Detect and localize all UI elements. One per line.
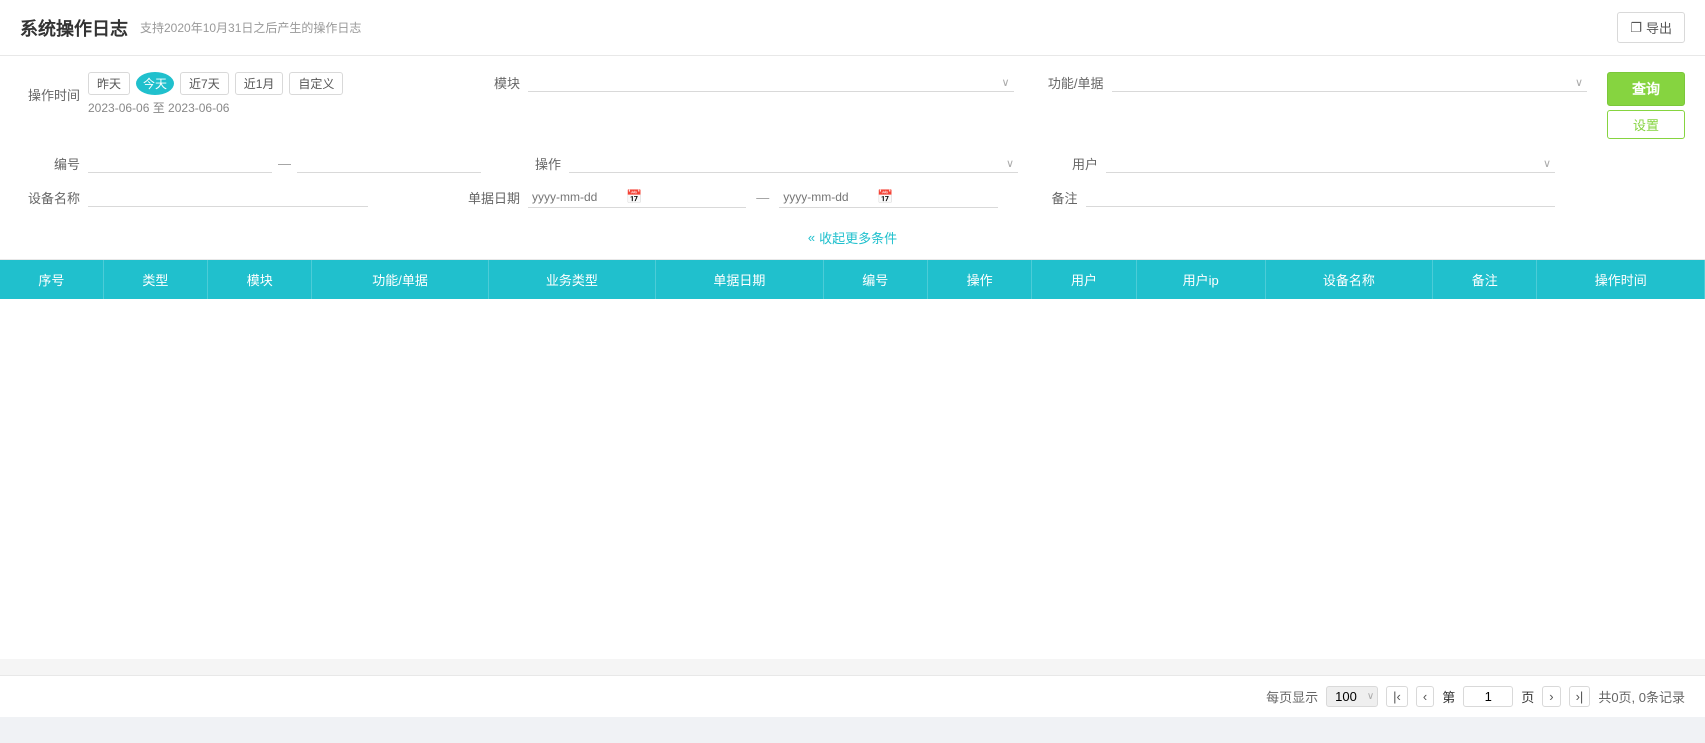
date-dash: —	[756, 190, 769, 205]
time-btn-7days[interactable]: 近7天	[180, 72, 229, 95]
device-filter: 设备名称	[20, 187, 440, 207]
page-chapter-label: 第	[1442, 687, 1455, 706]
module-select-wrapper	[528, 72, 1014, 92]
module-filter: 模块	[460, 72, 1014, 92]
device-label: 设备名称	[20, 188, 80, 207]
col-remark: 备注	[1433, 260, 1537, 299]
page-subtitle: 支持2020年10月31日之后产生的操作日志	[140, 19, 361, 36]
page-size-select[interactable]: 100 50 200	[1326, 686, 1378, 707]
operation-label: 操作	[501, 154, 561, 173]
operation-select[interactable]	[569, 153, 1018, 173]
col-module: 模块	[208, 260, 312, 299]
data-table: 序号 类型 模块 功能/单据 业务类型 单据日期 编号 操作 用户 用户ip 设…	[0, 260, 1705, 659]
first-page-button[interactable]: |‹	[1386, 686, 1408, 707]
last-page-button[interactable]: ›|	[1569, 686, 1591, 707]
collapse-chevron-icon: «	[808, 230, 815, 245]
page-size-label: 每页显示	[1266, 687, 1318, 706]
col-op-time: 操作时间	[1537, 260, 1705, 299]
device-input[interactable]	[88, 187, 368, 207]
action-buttons: 查询 设置	[1607, 72, 1685, 139]
next-page-button[interactable]: ›	[1542, 686, 1560, 707]
total-info: 共0页, 0条记录	[1598, 687, 1685, 706]
table-header-row: 序号 类型 模块 功能/单据 业务类型 单据日期 编号 操作 用户 用户ip 设…	[0, 260, 1705, 299]
filter-row-2: 编号 — 操作 用户	[20, 153, 1685, 173]
number-dash: —	[278, 156, 291, 171]
col-number: 编号	[823, 260, 927, 299]
time-btn-yesterday[interactable]: 昨天	[88, 72, 130, 95]
remark-label: 备注	[1018, 188, 1078, 207]
settings-button[interactable]: 设置	[1607, 110, 1685, 139]
date-from-box: 📅	[528, 187, 746, 208]
module-select[interactable]	[528, 72, 1014, 92]
export-label: 导出	[1646, 18, 1672, 37]
col-user: 用户	[1032, 260, 1136, 299]
pagination-bar: 每页显示 100 50 200 |‹ ‹ 第 页 › ›| 共0页, 0条记录	[0, 675, 1705, 717]
collapse-label: 收起更多条件	[819, 228, 897, 247]
user-select[interactable]	[1106, 153, 1555, 173]
export-icon: ❐	[1630, 20, 1642, 36]
number-to-input[interactable]	[297, 153, 481, 173]
calendar-to-icon[interactable]: 📅	[877, 189, 893, 205]
date-from-input[interactable]	[532, 190, 622, 204]
time-btn-custom[interactable]: 自定义	[289, 72, 343, 95]
page-size-wrapper: 100 50 200	[1326, 686, 1378, 707]
time-label: 操作时间	[20, 85, 80, 104]
col-user-ip: 用户ip	[1136, 260, 1265, 299]
time-filter: 操作时间 昨天 今天 近7天 近1月 自定义 2023-06-06 至 2023…	[20, 72, 440, 116]
title-group: 系统操作日志 支持2020年10月31日之后产生的操作日志	[20, 15, 361, 41]
col-operation: 操作	[927, 260, 1031, 299]
function-select-wrapper	[1112, 72, 1588, 92]
time-buttons: 昨天 今天 近7天 近1月 自定义	[88, 72, 343, 95]
date-to-input[interactable]	[783, 190, 873, 204]
page-title: 系统操作日志	[20, 15, 128, 41]
function-select[interactable]	[1112, 72, 1588, 92]
filter-row-3: 设备名称 单据日期 📅 — 📅 备注	[20, 187, 1685, 208]
page-number-input[interactable]	[1463, 686, 1513, 707]
remark-input[interactable]	[1086, 187, 1556, 207]
number-from-input[interactable]	[88, 153, 272, 173]
table-header: 序号 类型 模块 功能/单据 业务类型 单据日期 编号 操作 用户 用户ip 设…	[0, 260, 1705, 299]
col-business-type: 业务类型	[488, 260, 655, 299]
time-range: 2023-06-06 至 2023-06-06	[88, 99, 343, 116]
time-btn-1month[interactable]: 近1月	[235, 72, 284, 95]
function-filter: 功能/单据	[1034, 72, 1588, 92]
time-btn-today[interactable]: 今天	[136, 72, 174, 95]
table-body	[0, 299, 1705, 659]
query-button[interactable]: 查询	[1607, 72, 1685, 106]
time-filter-group: 昨天 今天 近7天 近1月 自定义 2023-06-06 至 2023-06-0…	[88, 72, 343, 116]
page-header: 系统操作日志 支持2020年10月31日之后产生的操作日志 ❐ 导出	[0, 0, 1705, 56]
col-type: 类型	[103, 260, 207, 299]
date-to-box: 📅	[779, 187, 997, 208]
export-button[interactable]: ❐ 导出	[1617, 12, 1685, 43]
prev-page-button[interactable]: ‹	[1416, 686, 1434, 707]
user-filter: 用户	[1038, 153, 1555, 173]
filter-area: 操作时间 昨天 今天 近7天 近1月 自定义 2023-06-06 至 2023…	[0, 56, 1705, 260]
col-device-name: 设备名称	[1265, 260, 1432, 299]
function-label: 功能/单据	[1034, 73, 1104, 92]
page-label: 页	[1521, 687, 1534, 706]
date-range-wrapper: 📅 — 📅	[528, 187, 998, 208]
document-date-filter: 单据日期 📅 — 📅	[460, 187, 998, 208]
number-range: —	[88, 153, 481, 173]
col-seq: 序号	[0, 260, 103, 299]
table-area: 序号 类型 模块 功能/单据 业务类型 单据日期 编号 操作 用户 用户ip 设…	[0, 260, 1705, 659]
filter-row-1: 操作时间 昨天 今天 近7天 近1月 自定义 2023-06-06 至 2023…	[20, 72, 1685, 139]
col-doc-date: 单据日期	[656, 260, 823, 299]
number-filter: 编号 —	[20, 153, 481, 173]
operation-select-wrapper	[569, 153, 1018, 173]
user-label: 用户	[1038, 154, 1098, 173]
number-label: 编号	[20, 154, 80, 173]
document-date-label: 单据日期	[460, 188, 520, 207]
horizontal-scrollbar[interactable]	[0, 659, 1705, 675]
calendar-from-icon[interactable]: 📅	[626, 189, 642, 205]
collapse-bar[interactable]: « 收起更多条件	[20, 222, 1685, 249]
user-select-wrapper	[1106, 153, 1555, 173]
operation-filter: 操作	[501, 153, 1018, 173]
col-function: 功能/单据	[312, 260, 488, 299]
module-label: 模块	[460, 73, 520, 92]
remark-filter: 备注	[1018, 187, 1556, 207]
